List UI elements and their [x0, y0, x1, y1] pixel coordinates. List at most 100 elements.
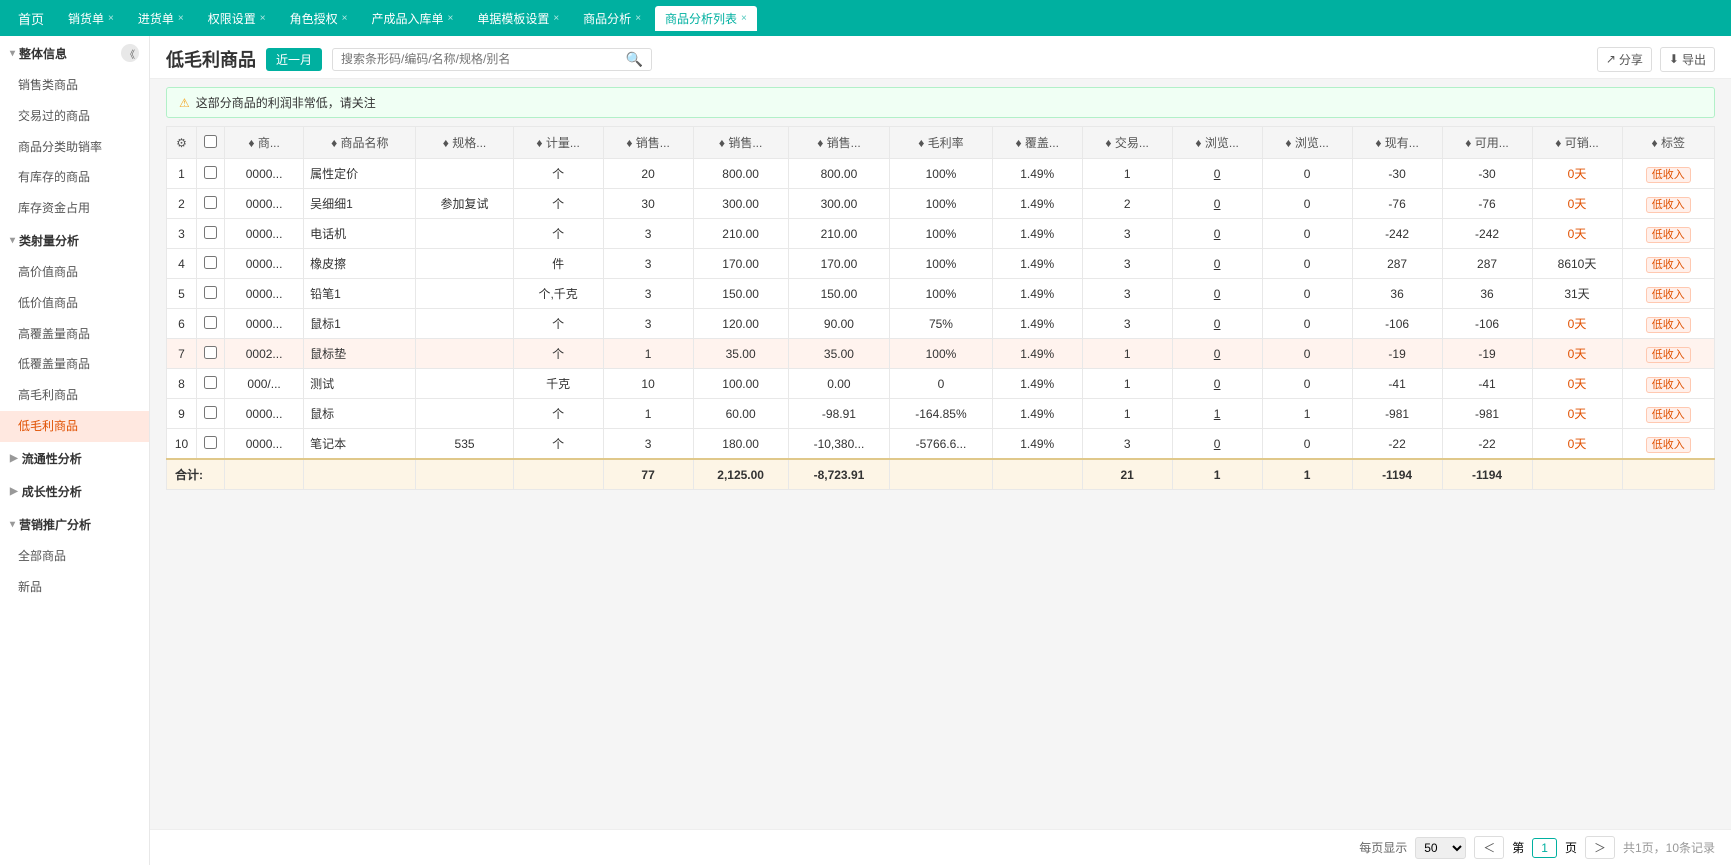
row-browse1[interactable]: 0: [1172, 219, 1262, 249]
sidebar-item-high-margin[interactable]: 高毛利商品: [0, 380, 149, 411]
page-size-select[interactable]: 50 100 200: [1415, 837, 1466, 859]
row-select-checkbox[interactable]: [204, 226, 217, 239]
col-trade-count[interactable]: ♦ 交易...: [1082, 127, 1172, 159]
row-select-checkbox[interactable]: [204, 346, 217, 359]
row-select-checkbox[interactable]: [204, 256, 217, 269]
sidebar-group-growth[interactable]: ▶ 成长性分析: [0, 475, 149, 508]
next-page-button[interactable]: ＞: [1585, 836, 1615, 859]
settings-icon[interactable]: ⚙: [176, 136, 187, 150]
sidebar-item-stock-funds[interactable]: 库存资金占用: [0, 193, 149, 224]
row-checkbox[interactable]: [197, 279, 225, 309]
col-saleable[interactable]: ♦ 可销...: [1532, 127, 1622, 159]
sidebar-item-high-value[interactable]: 高价值商品: [0, 257, 149, 288]
browse1-link[interactable]: 0: [1214, 437, 1221, 451]
col-sales-qty[interactable]: ♦ 销售...: [603, 127, 693, 159]
close-sales-icon[interactable]: ×: [108, 13, 114, 24]
row-select-checkbox[interactable]: [204, 436, 217, 449]
browse1-link[interactable]: 0: [1214, 227, 1221, 241]
row-checkbox[interactable]: [197, 309, 225, 339]
sidebar-item-high-coverage[interactable]: 高覆盖量商品: [0, 319, 149, 350]
nav-roles[interactable]: 角色授权 ×: [280, 6, 358, 31]
share-button[interactable]: ↗ 分享: [1597, 47, 1652, 72]
row-checkbox[interactable]: [197, 189, 225, 219]
row-browse1[interactable]: 0: [1172, 189, 1262, 219]
sidebar-item-in-stock[interactable]: 有库存的商品: [0, 162, 149, 193]
prev-page-button[interactable]: ＜: [1474, 836, 1504, 859]
sidebar-item-category-rate[interactable]: 商品分类助销率: [0, 132, 149, 163]
col-unit[interactable]: ♦ 计量...: [513, 127, 603, 159]
row-browse1[interactable]: 0: [1172, 339, 1262, 369]
col-tag[interactable]: ♦ 标签: [1622, 127, 1715, 159]
row-checkbox[interactable]: [197, 339, 225, 369]
close-stock-in-icon[interactable]: ×: [447, 13, 453, 24]
nav-template[interactable]: 单据模板设置 ×: [467, 6, 569, 31]
row-checkbox[interactable]: [197, 249, 225, 279]
sidebar-item-sales-goods[interactable]: 销售类商品: [0, 70, 149, 101]
close-template-icon[interactable]: ×: [553, 13, 559, 24]
browse1-link[interactable]: 0: [1214, 347, 1221, 361]
nav-purchase[interactable]: 进货单 ×: [128, 6, 194, 31]
sidebar-group-marketing[interactable]: ▾ 营销推广分析: [0, 508, 149, 541]
sidebar-item-low-margin[interactable]: 低毛利商品: [0, 411, 149, 442]
sidebar-item-low-value[interactable]: 低价值商品: [0, 288, 149, 319]
sidebar-group-liquidity[interactable]: ▶ 流通性分析: [0, 442, 149, 475]
col-browse1[interactable]: ♦ 浏览...: [1172, 127, 1262, 159]
nav-analysis-list[interactable]: 商品分析列表 ×: [655, 6, 757, 31]
nav-sales[interactable]: 销货单 ×: [58, 6, 124, 31]
close-analysis-list-icon[interactable]: ×: [741, 13, 747, 24]
collapse-overall-btn[interactable]: 《: [121, 44, 139, 62]
row-checkbox[interactable]: [197, 399, 225, 429]
select-all-checkbox[interactable]: [204, 135, 217, 148]
nav-stock-in[interactable]: 产成品入库单 ×: [361, 6, 463, 31]
col-checkbox[interactable]: [197, 127, 225, 159]
row-select-checkbox[interactable]: [204, 166, 217, 179]
row-browse1[interactable]: 0: [1172, 159, 1262, 189]
export-button[interactable]: ⬇ 导出: [1660, 47, 1715, 72]
col-sales-amount[interactable]: ♦ 销售...: [693, 127, 788, 159]
nav-permissions[interactable]: 权限设置 ×: [198, 6, 276, 31]
nav-analysis[interactable]: 商品分析 ×: [573, 6, 651, 31]
row-select-checkbox[interactable]: [204, 286, 217, 299]
sidebar-item-low-coverage[interactable]: 低覆盖量商品: [0, 349, 149, 380]
date-filter-button[interactable]: 近一月: [266, 48, 322, 71]
sidebar-item-all-goods[interactable]: 全部商品: [0, 541, 149, 572]
browse1-link[interactable]: 0: [1214, 167, 1221, 181]
row-select-checkbox[interactable]: [204, 406, 217, 419]
col-current-stock[interactable]: ♦ 现有...: [1352, 127, 1442, 159]
col-margin-rate[interactable]: ♦ 毛利率: [890, 127, 993, 159]
browse1-link[interactable]: 0: [1214, 287, 1221, 301]
col-sales-profit[interactable]: ♦ 销售...: [788, 127, 890, 159]
col-available[interactable]: ♦ 可用...: [1442, 127, 1532, 159]
browse1-link[interactable]: 1: [1214, 407, 1221, 421]
row-browse1[interactable]: 0: [1172, 369, 1262, 399]
nav-home[interactable]: 首页: [8, 5, 54, 32]
row-checkbox[interactable]: [197, 369, 225, 399]
sidebar-item-traded-goods[interactable]: 交易过的商品: [0, 101, 149, 132]
col-browse2[interactable]: ♦ 浏览...: [1262, 127, 1352, 159]
close-roles-icon[interactable]: ×: [342, 13, 348, 24]
row-checkbox[interactable]: [197, 159, 225, 189]
sidebar-group-overall[interactable]: ▾ 整体信息 《: [0, 36, 149, 70]
row-checkbox[interactable]: [197, 219, 225, 249]
close-analysis-icon[interactable]: ×: [635, 13, 641, 24]
row-browse1[interactable]: 0: [1172, 249, 1262, 279]
browse1-link[interactable]: 0: [1214, 317, 1221, 331]
row-browse1[interactable]: 0: [1172, 309, 1262, 339]
close-permissions-icon[interactable]: ×: [260, 13, 266, 24]
row-select-checkbox[interactable]: [204, 316, 217, 329]
sidebar-item-new-goods[interactable]: 新品: [0, 572, 149, 603]
search-input[interactable]: [341, 52, 622, 66]
row-browse1[interactable]: 1: [1172, 399, 1262, 429]
col-name[interactable]: ♦ 商品名称: [304, 127, 416, 159]
col-coverage[interactable]: ♦ 覆盖...: [992, 127, 1082, 159]
browse1-link[interactable]: 0: [1214, 197, 1221, 211]
row-select-checkbox[interactable]: [204, 196, 217, 209]
close-purchase-icon[interactable]: ×: [178, 13, 184, 24]
sidebar-group-category-analysis[interactable]: ▾ 类射量分析: [0, 224, 149, 257]
table-wrapper[interactable]: ⚙ ♦ 商... ♦ 商品名称 ♦ 规格...: [166, 126, 1715, 829]
row-checkbox[interactable]: [197, 429, 225, 460]
col-code[interactable]: ♦ 商...: [225, 127, 304, 159]
browse1-link[interactable]: 0: [1214, 257, 1221, 271]
browse1-link[interactable]: 0: [1214, 377, 1221, 391]
row-browse1[interactable]: 0: [1172, 429, 1262, 460]
